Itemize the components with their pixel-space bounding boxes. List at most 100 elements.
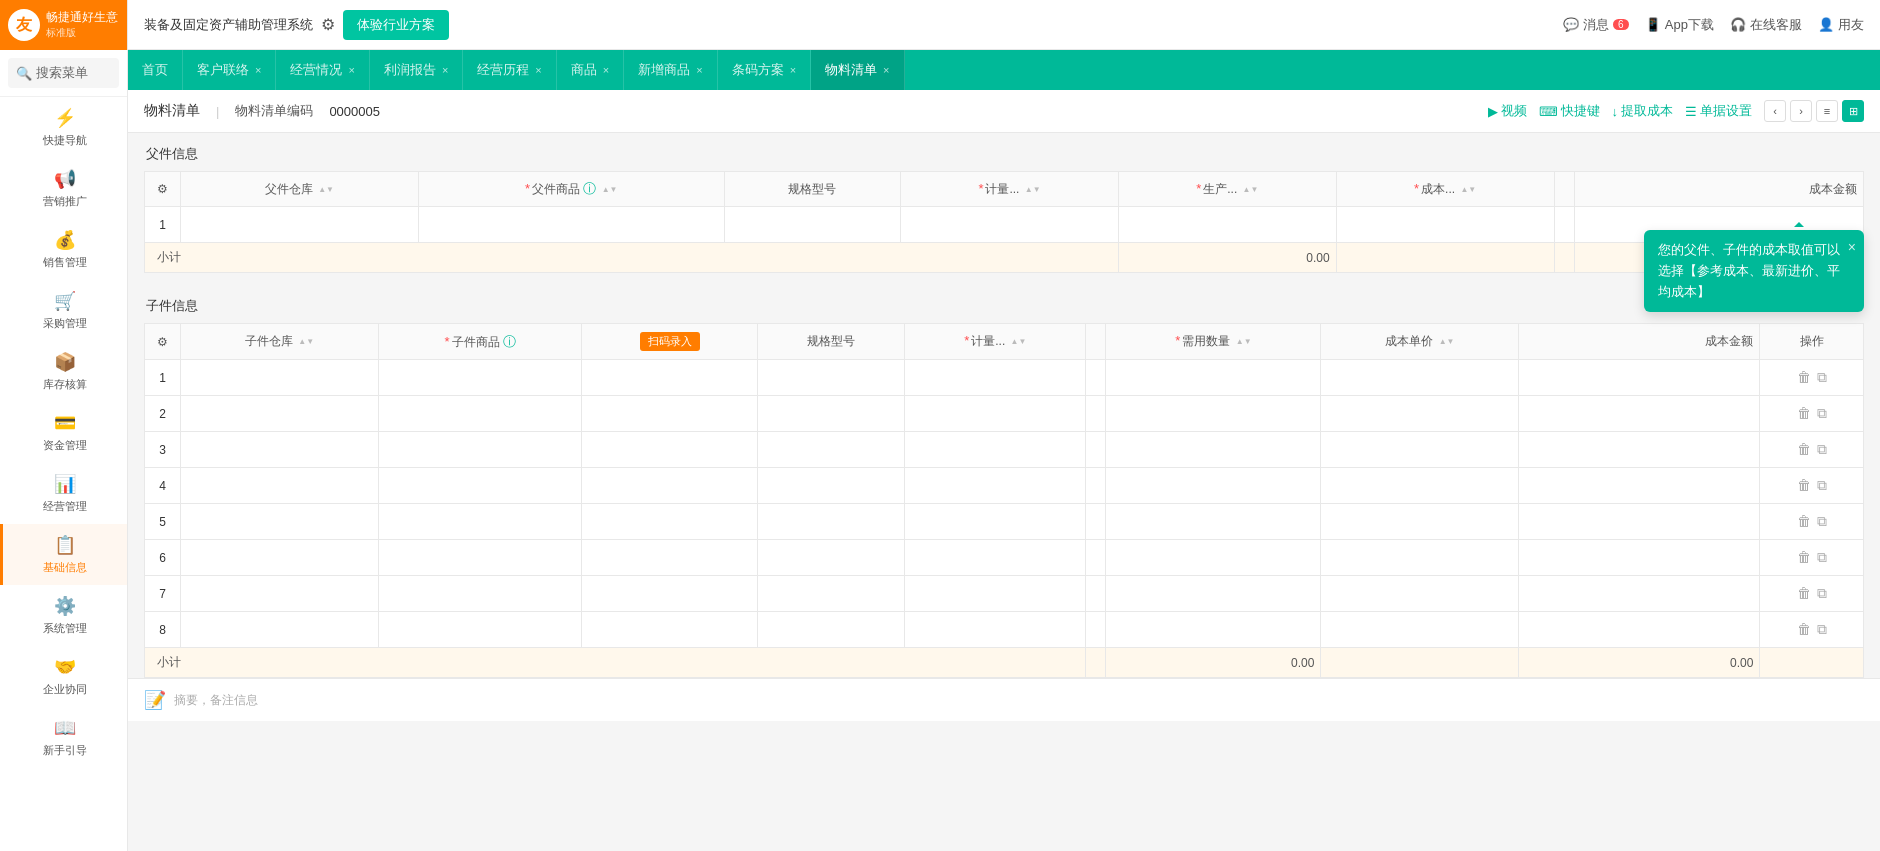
view-action[interactable]: ▶ 视频 xyxy=(1488,102,1527,120)
copy-icon[interactable]: ⧉ xyxy=(1817,513,1827,530)
cell-goods[interactable] xyxy=(418,207,724,243)
table-view-button[interactable]: ⊞ xyxy=(1842,100,1864,122)
sidebar-item-finance[interactable]: 💳 资金管理 xyxy=(0,402,127,463)
sidebar-item-system[interactable]: ⚙️ 系统管理 xyxy=(0,585,127,646)
cell-child-warehouse[interactable] xyxy=(181,576,379,612)
cell-child-warehouse[interactable] xyxy=(181,360,379,396)
cell-child-spec[interactable] xyxy=(758,540,905,576)
user-button[interactable]: 👤 用友 xyxy=(1818,16,1864,34)
cell-child-spec[interactable] xyxy=(758,360,905,396)
tab-home[interactable]: 首页 xyxy=(128,50,183,90)
cell-child-spec[interactable] xyxy=(758,468,905,504)
delete-icon[interactable]: 🗑 xyxy=(1797,405,1811,422)
cell-unit-price[interactable] xyxy=(1321,504,1519,540)
cell-child-spec[interactable] xyxy=(758,432,905,468)
tooltip-close-button[interactable]: × xyxy=(1848,236,1856,258)
sort-icon[interactable]: ▲▼ xyxy=(1236,337,1252,346)
copy-icon[interactable]: ⧉ xyxy=(1817,477,1827,494)
next-arrow[interactable]: › xyxy=(1790,100,1812,122)
cell-unit-price[interactable] xyxy=(1321,396,1519,432)
cell-needed-qty[interactable] xyxy=(1106,576,1321,612)
tab-barcode[interactable]: 条码方案 × xyxy=(718,50,811,90)
extract-cost-action[interactable]: ↓ 提取成本 xyxy=(1612,102,1674,120)
cell-child-unit[interactable] xyxy=(905,576,1086,612)
cell-child-unit[interactable] xyxy=(905,360,1086,396)
cell-child-unit[interactable] xyxy=(905,396,1086,432)
delete-icon[interactable]: 🗑 xyxy=(1797,513,1811,530)
sort-icon[interactable]: ▲▼ xyxy=(298,337,314,346)
tab-close-icon[interactable]: × xyxy=(442,64,448,76)
cell-needed-qty[interactable] xyxy=(1106,432,1321,468)
tab-goods[interactable]: 商品 × xyxy=(557,50,624,90)
tab-customer[interactable]: 客户联络 × xyxy=(183,50,276,90)
copy-icon[interactable]: ⧉ xyxy=(1817,405,1827,422)
copy-icon[interactable]: ⧉ xyxy=(1817,369,1827,386)
sort-icon[interactable]: ▲▼ xyxy=(1460,185,1476,194)
cell-child-spec[interactable] xyxy=(758,396,905,432)
sort-icon[interactable]: ▲▼ xyxy=(602,185,618,194)
shortcuts-action[interactable]: ⌨ 快捷键 xyxy=(1539,102,1600,120)
cell-child-goods[interactable] xyxy=(379,360,582,396)
messages-button[interactable]: 💬 消息 6 xyxy=(1563,16,1629,34)
sort-icon[interactable]: ▲▼ xyxy=(1243,185,1259,194)
cell-child-goods[interactable] xyxy=(379,540,582,576)
cell-child-goods[interactable] xyxy=(379,396,582,432)
sidebar-item-basic-info[interactable]: 📋 基础信息 xyxy=(0,524,127,585)
tab-close-icon[interactable]: × xyxy=(603,64,609,76)
cell-needed-qty[interactable] xyxy=(1106,504,1321,540)
sidebar-item-purchase[interactable]: 🛒 采购管理 xyxy=(0,280,127,341)
cell-cost[interactable] xyxy=(1336,207,1554,243)
app-download-button[interactable]: 📱 App下载 xyxy=(1645,16,1714,34)
tab-operations[interactable]: 经营情况 × xyxy=(276,50,369,90)
sidebar-item-sales[interactable]: 💰 销售管理 xyxy=(0,219,127,280)
online-service-button[interactable]: 🎧 在线客服 xyxy=(1730,16,1802,34)
cell-child-goods[interactable] xyxy=(379,576,582,612)
cell-child-unit[interactable] xyxy=(905,432,1086,468)
cell-needed-qty[interactable] xyxy=(1106,468,1321,504)
sidebar-item-operations[interactable]: 📊 经营管理 xyxy=(0,463,127,524)
delete-icon[interactable]: 🗑 xyxy=(1797,585,1811,602)
prev-arrow[interactable]: ‹ xyxy=(1764,100,1786,122)
tab-bom[interactable]: 物料清单 × xyxy=(811,50,904,90)
cell-child-unit[interactable] xyxy=(905,612,1086,648)
sidebar-item-cooperation[interactable]: 🤝 企业协同 xyxy=(0,646,127,707)
tab-new-goods[interactable]: 新增商品 × xyxy=(624,50,717,90)
sort-icon[interactable]: ▲▼ xyxy=(1439,337,1455,346)
cell-child-unit[interactable] xyxy=(905,504,1086,540)
cell-child-goods[interactable] xyxy=(379,432,582,468)
delete-icon[interactable]: 🗑 xyxy=(1797,477,1811,494)
cell-needed-qty[interactable] xyxy=(1106,396,1321,432)
cell-warehouse[interactable] xyxy=(181,207,419,243)
th-child-settings[interactable]: ⚙ xyxy=(145,324,181,360)
copy-icon[interactable]: ⧉ xyxy=(1817,585,1827,602)
tab-profit[interactable]: 利润报告 × xyxy=(370,50,463,90)
cell-child-unit[interactable] xyxy=(905,540,1086,576)
cell-child-warehouse[interactable] xyxy=(181,504,379,540)
sort-icon[interactable]: ▲▼ xyxy=(318,185,334,194)
copy-icon[interactable]: ⧉ xyxy=(1817,549,1827,566)
cell-needed-qty[interactable] xyxy=(1106,360,1321,396)
copy-icon[interactable]: ⧉ xyxy=(1817,441,1827,458)
delete-icon[interactable]: 🗑 xyxy=(1797,621,1811,638)
cell-unit-price[interactable] xyxy=(1321,360,1519,396)
cell-child-spec[interactable] xyxy=(758,612,905,648)
cell-unit-price[interactable] xyxy=(1321,468,1519,504)
tab-close-icon[interactable]: × xyxy=(348,64,354,76)
sidebar-item-guide[interactable]: 📖 新手引导 xyxy=(0,707,127,768)
sidebar-item-shortcuts[interactable]: ⚡ 快捷导航 xyxy=(0,97,127,158)
sort-icon[interactable]: ▲▼ xyxy=(1025,185,1041,194)
cell-needed-qty[interactable] xyxy=(1106,540,1321,576)
cell-child-warehouse[interactable] xyxy=(181,396,379,432)
cell-unit-price[interactable] xyxy=(1321,540,1519,576)
cell-unit-price[interactable] xyxy=(1321,576,1519,612)
delete-icon[interactable]: 🗑 xyxy=(1797,441,1811,458)
copy-icon[interactable]: ⧉ xyxy=(1817,621,1827,638)
cell-child-spec[interactable] xyxy=(758,504,905,540)
delete-icon[interactable]: 🗑 xyxy=(1797,369,1811,386)
sidebar-item-inventory[interactable]: 📦 库存核算 xyxy=(0,341,127,402)
th-settings[interactable]: ⚙ xyxy=(145,172,181,207)
sort-icon[interactable]: ▲▼ xyxy=(1011,337,1027,346)
cell-child-warehouse[interactable] xyxy=(181,468,379,504)
tab-close-icon[interactable]: × xyxy=(535,64,541,76)
search-menu-button[interactable]: 🔍 搜索菜单 xyxy=(8,58,119,88)
